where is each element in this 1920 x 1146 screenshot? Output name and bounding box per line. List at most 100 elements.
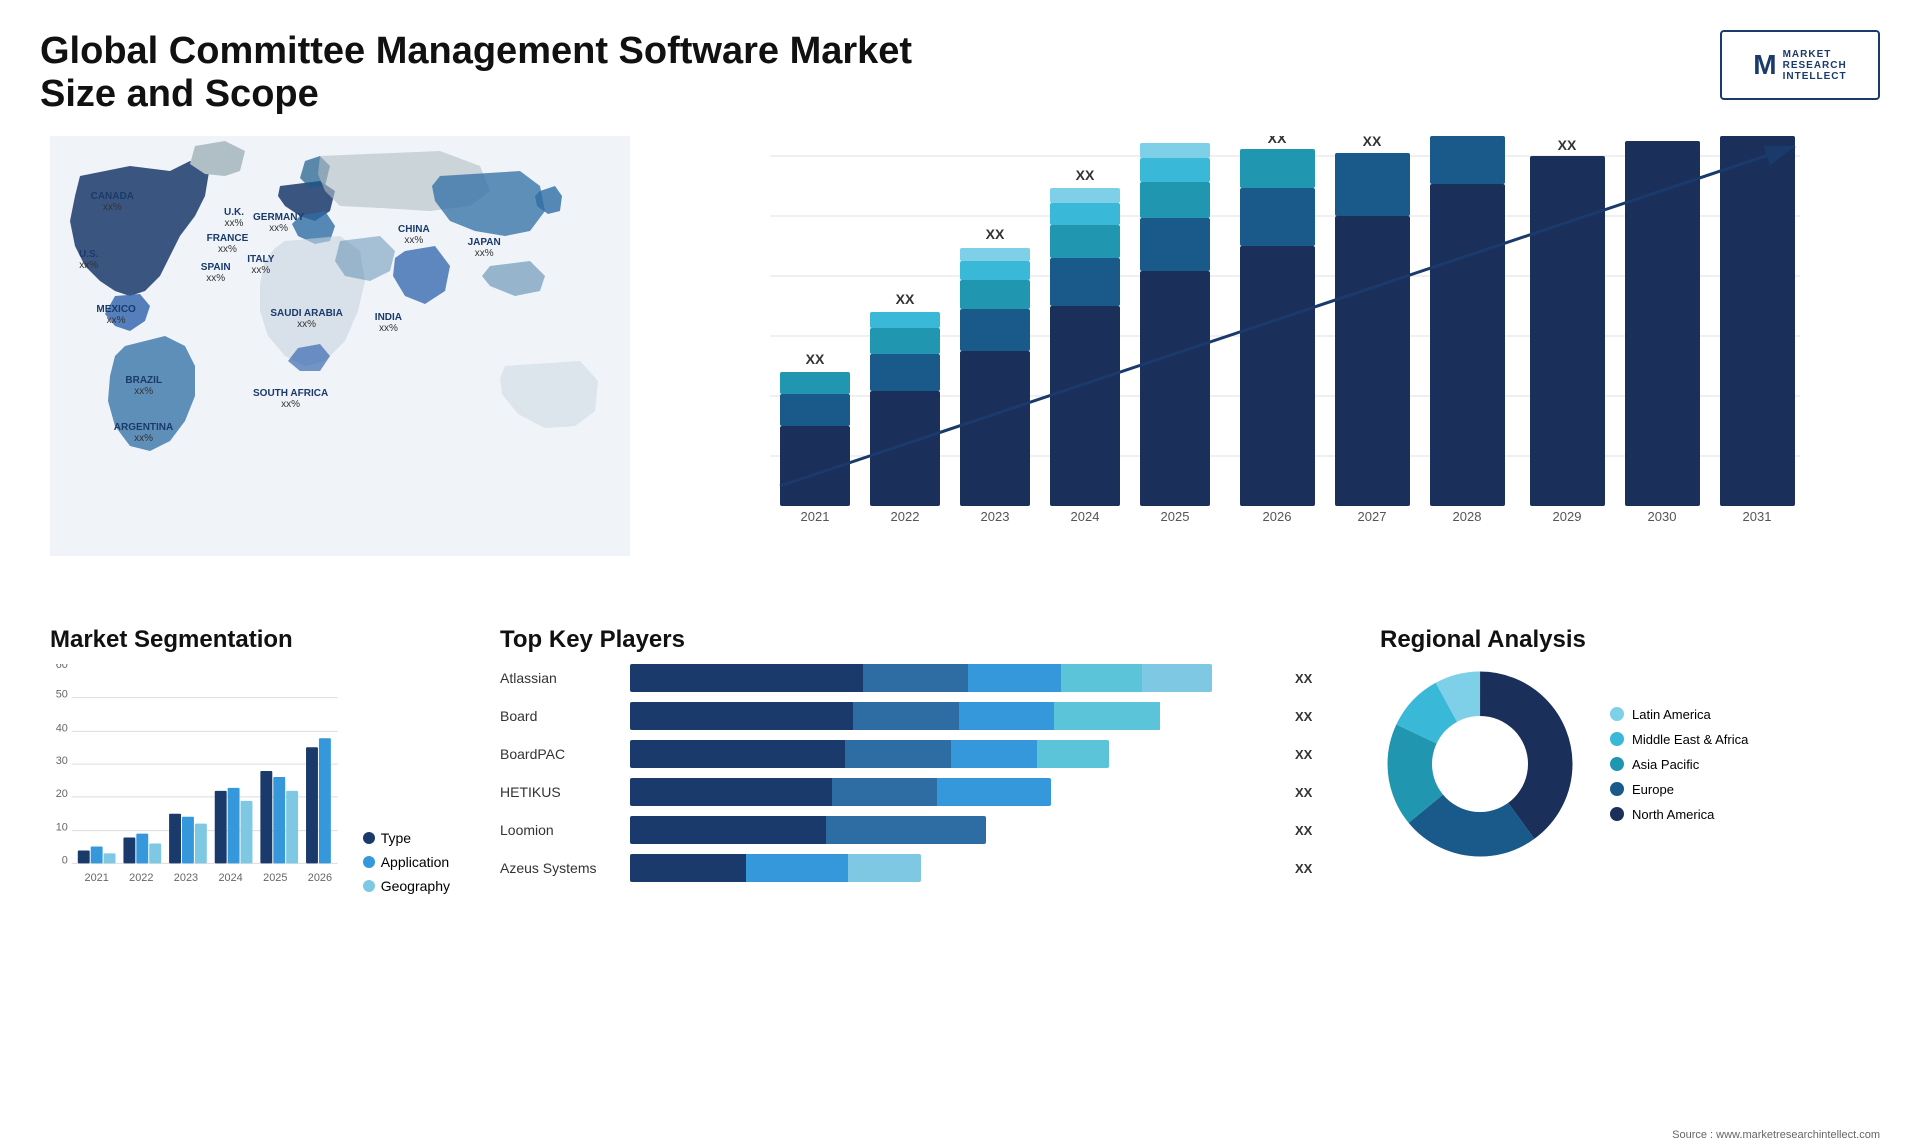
reg-dot-mea: [1610, 732, 1624, 746]
reg-legend-na: North America: [1610, 807, 1748, 822]
spain-label: SPAINxx%: [201, 262, 231, 284]
svg-text:50: 50: [56, 689, 68, 701]
bar-seg1: [630, 816, 826, 844]
player-board: Board XX: [500, 702, 1320, 730]
india-label: INDIAxx%: [375, 312, 402, 334]
svg-text:2028: 2028: [1453, 509, 1482, 524]
reg-legend-mea: Middle East & Africa: [1610, 732, 1748, 747]
bar-seg3: [959, 702, 1054, 730]
segmentation-section: Market Segmentation 0 10 20 30 40 50 60: [40, 616, 460, 904]
donut-svg: [1380, 664, 1580, 864]
svg-text:2023: 2023: [981, 509, 1010, 524]
france-label: FRANCExx%: [207, 233, 249, 255]
reg-legend-europe: Europe: [1610, 782, 1748, 797]
source-text: Source : www.marketresearchintellect.com: [1672, 1129, 1880, 1141]
regional-legend: Latin America Middle East & Africa Asia …: [1610, 707, 1748, 822]
growth-chart: XX 2021 XX 2022 XX 2023: [680, 136, 1860, 536]
map-svg: [50, 136, 630, 556]
svg-text:XX: XX: [896, 291, 915, 307]
donut-area: Latin America Middle East & Africa Asia …: [1380, 664, 1860, 864]
svg-text:2021: 2021: [801, 509, 830, 524]
player-xx-loomion: XX: [1295, 823, 1320, 838]
player-name-hetikus: HETIKUS: [500, 784, 620, 800]
regional-section: Regional Analysis: [1360, 616, 1880, 904]
bar-seg2: [845, 740, 950, 768]
legend-app: Application: [363, 854, 450, 870]
player-bar-loomion: [630, 816, 1277, 844]
logo-line2: RESEARCH: [1783, 60, 1847, 71]
uk-label: U.K.xx%: [224, 207, 244, 229]
player-name-azeus: Azeus Systems: [500, 860, 620, 876]
bar-seg5: [1142, 664, 1212, 692]
seg-chart-svg: 0 10 20 30 40 50 60: [50, 664, 348, 894]
reg-label-apac: Asia Pacific: [1632, 757, 1699, 772]
bar-seg3: [968, 664, 1061, 692]
svg-text:60: 60: [56, 664, 68, 671]
svg-text:0: 0: [62, 854, 68, 866]
svg-text:2024: 2024: [1071, 509, 1100, 524]
reg-dot-na: [1610, 807, 1624, 821]
player-boardpac: BoardPAC XX: [500, 740, 1320, 768]
svg-text:XX: XX: [1653, 136, 1672, 139]
seg-chart-area: 0 10 20 30 40 50 60: [50, 664, 450, 894]
player-xx-atlassian: XX: [1295, 671, 1320, 686]
bar-seg1: [630, 740, 845, 768]
player-atlassian: Atlassian XX: [500, 664, 1320, 692]
svg-text:2026: 2026: [308, 872, 332, 884]
bottom-section: Market Segmentation 0 10 20 30 40 50 60: [40, 606, 1880, 904]
svg-text:2022: 2022: [891, 509, 920, 524]
bar-seg2: [853, 702, 959, 730]
logo-line1: MARKET: [1783, 49, 1847, 60]
bar-seg5: [848, 854, 921, 882]
player-xx-hetikus: XX: [1295, 785, 1320, 800]
bar-seg1: [630, 778, 832, 806]
svg-text:XX: XX: [806, 351, 825, 367]
player-name-atlassian: Atlassian: [500, 670, 620, 686]
reg-label-na: North America: [1632, 807, 1714, 822]
player-xx-azeus: XX: [1295, 861, 1320, 876]
player-bar-boardpac: [630, 740, 1277, 768]
reg-dot-europe: [1610, 782, 1624, 796]
us-label: U.S.xx%: [79, 249, 98, 271]
segmentation-title: Market Segmentation: [50, 626, 450, 654]
bar-seg4: [1061, 664, 1143, 692]
germany-label: GERMANYxx%: [253, 212, 304, 234]
svg-text:2025: 2025: [263, 872, 287, 884]
logo-letter: M: [1753, 49, 1776, 81]
italy-label: ITALYxx%: [247, 254, 274, 276]
svg-text:2023: 2023: [174, 872, 198, 884]
bar-seg1: [630, 854, 746, 882]
svg-text:30: 30: [56, 755, 68, 767]
svg-text:2031: 2031: [1743, 509, 1772, 524]
logo-line3: INTELLECT: [1783, 71, 1847, 82]
player-xx-board: XX: [1295, 709, 1320, 724]
player-bar-atlassian: [630, 664, 1277, 692]
reg-dot-apac: [1610, 757, 1624, 771]
players-list: Atlassian XX Board: [500, 664, 1320, 882]
svg-text:40: 40: [56, 722, 68, 734]
reg-label-latin: Latin America: [1632, 707, 1711, 722]
southafrica-label: SOUTH AFRICAxx%: [253, 388, 328, 410]
world-map: CANADAxx% U.S.xx% MEXICOxx% BRAZILxx% AR…: [50, 136, 630, 556]
bar-seg1: [630, 702, 853, 730]
reg-legend-latin: Latin America: [1610, 707, 1748, 722]
svg-text:XX: XX: [986, 226, 1005, 242]
player-hetikus: HETIKUS XX: [500, 778, 1320, 806]
svg-text:2021: 2021: [85, 872, 109, 884]
bar-seg4: [1037, 740, 1109, 768]
svg-text:20: 20: [56, 788, 68, 800]
main-content: CANADAxx% U.S.xx% MEXICOxx% BRAZILxx% AR…: [0, 126, 1920, 904]
bar-seg2: [832, 778, 937, 806]
argentina-label: ARGENTINAxx%: [114, 422, 173, 444]
legend-label-app: Application: [381, 854, 450, 870]
saudi-label: SAUDI ARABIAxx%: [270, 308, 342, 330]
player-name-loomion: Loomion: [500, 822, 620, 838]
legend-label-geo: Geography: [381, 878, 450, 894]
svg-text:2022: 2022: [129, 872, 153, 884]
players-title: Top Key Players: [500, 626, 1320, 654]
growth-chart-svg: XX 2021 XX 2022 XX 2023: [680, 136, 1860, 536]
player-loomion: Loomion XX: [500, 816, 1320, 844]
header: Global Committee Management Software Mar…: [0, 0, 1920, 126]
seg-legend: Type Application Geography: [363, 830, 450, 894]
logo-box: M MARKET RESEARCH INTELLECT: [1720, 30, 1880, 100]
